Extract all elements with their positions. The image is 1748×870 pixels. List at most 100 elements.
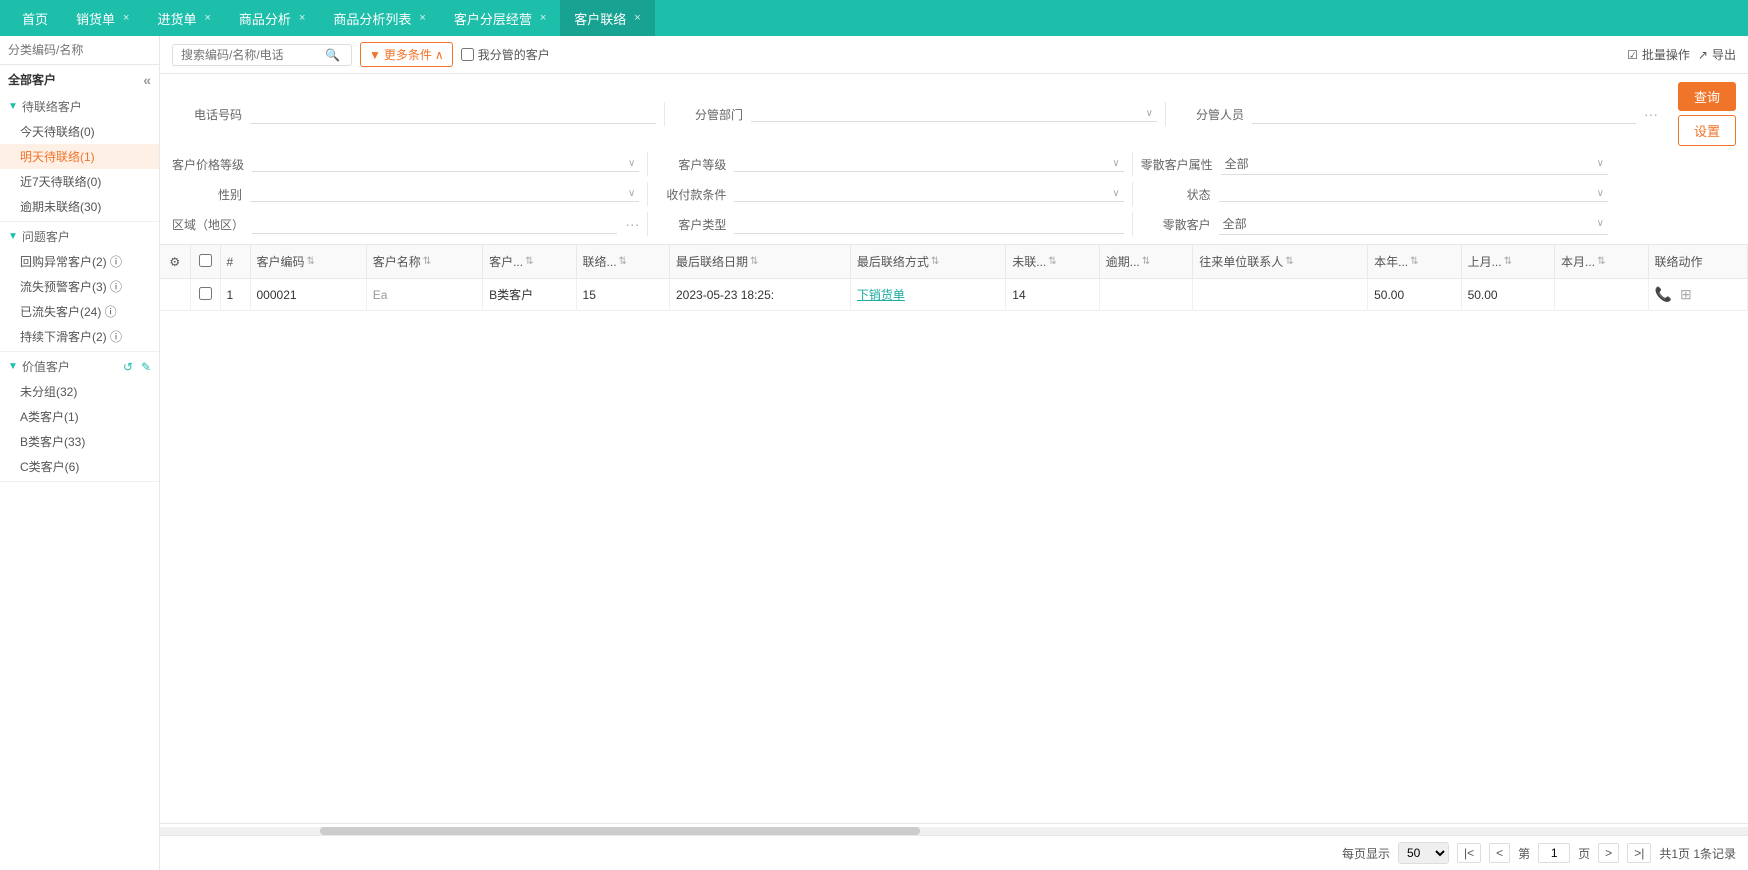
filter-more-conditions[interactable]: ▼ 更多条件 ∧ <box>360 42 453 67</box>
sidebar-search-bar[interactable]: 🔍 <box>0 36 159 65</box>
th-contact[interactable]: 联络... ⇅ <box>576 245 669 279</box>
th-checkbox[interactable] <box>190 245 220 279</box>
company-sort-icon[interactable]: ⇅ <box>1285 256 1293 267</box>
nocontact-sort-icon[interactable]: ⇅ <box>1048 256 1056 267</box>
lastmonth-sort-icon[interactable]: ⇅ <box>1504 256 1512 267</box>
nav-close-icon[interactable]: × <box>634 12 640 24</box>
filter-search-icon[interactable]: 🔍 <box>325 48 340 62</box>
nav-item-商品分析列表[interactable]: 商品分析列表× <box>319 0 439 36</box>
code-sort-icon[interactable]: ⇅ <box>307 256 315 267</box>
sidebar-item-7days[interactable]: 近7天待联络(0) <box>0 169 159 194</box>
manager-input[interactable] <box>1252 105 1636 124</box>
td-checkbox[interactable] <box>190 279 220 311</box>
sidebar-item-class-b[interactable]: B类客户(33) <box>0 429 159 454</box>
pending-section-title[interactable]: ▼ 待联络客户 <box>0 94 159 119</box>
th-type[interactable]: 客户... ⇅ <box>483 245 576 279</box>
year-sort-icon[interactable]: ⇅ <box>1410 256 1418 267</box>
name-sort-icon[interactable]: ⇅ <box>423 256 431 267</box>
settings-col-icon[interactable]: ⚙ <box>169 255 180 269</box>
nav-item-进货单[interactable]: 进货单× <box>143 0 224 36</box>
sidebar-item-declining[interactable]: 持续下滑客户(2) ⓘ <box>0 324 159 349</box>
retail-select[interactable]: 全部 ∨ <box>1219 213 1608 235</box>
settings-button[interactable]: 设置 <box>1678 115 1736 146</box>
th-last-contact-method[interactable]: 最后联络方式 ⇅ <box>850 245 1005 279</box>
dept-select[interactable]: ∨ <box>751 106 1157 122</box>
nav-item-客户联络[interactable]: 客户联络× <box>560 0 654 36</box>
nav-close-icon[interactable]: × <box>123 12 129 24</box>
edit-icon[interactable]: ✎ <box>141 360 151 374</box>
th-overdue[interactable]: 逾期... ⇅ <box>1099 245 1192 279</box>
customer-type-input[interactable] <box>734 215 1123 234</box>
nav-item-销货单[interactable]: 销货单× <box>62 0 143 36</box>
td-name[interactable]: Ea <box>366 279 482 311</box>
retail-attr-select[interactable]: 全部 ∨ <box>1221 153 1608 175</box>
th-last-month[interactable]: 上月... ⇅ <box>1461 245 1554 279</box>
th-this-year[interactable]: 本年... ⇅ <box>1368 245 1461 279</box>
phone-action-icon[interactable]: 📞 <box>1655 286 1672 303</box>
region-input[interactable] <box>252 215 617 234</box>
my-customers-filter[interactable]: 我分管的客户 <box>461 46 550 63</box>
th-last-contact-date[interactable]: 最后联络日期 ⇅ <box>670 245 851 279</box>
nav-item-商品分析[interactable]: 商品分析× <box>225 0 319 36</box>
th-code[interactable]: 客户编码 ⇅ <box>250 245 366 279</box>
all-customers-header[interactable]: 全部客户 « <box>0 65 159 94</box>
date-sort-icon[interactable]: ⇅ <box>750 256 758 267</box>
td-last-contact-method[interactable]: 下销货单 <box>850 279 1005 311</box>
value-section-title[interactable]: ▼ 价值客户 ↺ ✎ <box>0 354 159 379</box>
th-this-month[interactable]: 本月... ⇅ <box>1555 245 1648 279</box>
sidebar-item-unclassified[interactable]: 未分组(32) <box>0 379 159 404</box>
scrollbar-thumb[interactable] <box>320 827 920 835</box>
payment-select[interactable]: ∨ <box>734 186 1123 202</box>
sidebar-item-overdue[interactable]: 逾期未联络(30) <box>0 194 159 219</box>
nav-close-icon[interactable]: × <box>299 12 305 24</box>
manager-ellipsis[interactable]: ··· <box>1644 106 1658 122</box>
grid-action-icon[interactable]: ⊞ <box>1680 286 1692 303</box>
page-number-input[interactable] <box>1538 843 1570 863</box>
th-company-contact[interactable]: 往来单位联系人 ⇅ <box>1193 245 1368 279</box>
sidebar-item-abnormal[interactable]: 回购异常客户(2) ⓘ <box>0 249 159 274</box>
row-checkbox[interactable] <box>199 287 212 300</box>
sidebar-item-class-a[interactable]: A类客户(1) <box>0 404 159 429</box>
collapse-icon[interactable]: « <box>143 72 151 88</box>
sidebar-item-tomorrow[interactable]: 明天待联络(1) <box>0 144 159 169</box>
export-button[interactable]: ↗ 导出 <box>1698 46 1736 63</box>
sidebar-item-class-c[interactable]: C类客户(6) <box>0 454 159 479</box>
filter-search-input[interactable] <box>181 48 321 62</box>
filter-search-box[interactable]: 🔍 <box>172 44 352 66</box>
region-ellipsis[interactable]: ··· <box>625 216 639 232</box>
per-page-select[interactable]: 50 100 200 <box>1398 842 1449 864</box>
overdue-sort-icon[interactable]: ⇅ <box>1142 256 1150 267</box>
first-page-button[interactable]: |< <box>1457 843 1481 863</box>
type-sort-icon[interactable]: ⇅ <box>525 256 533 267</box>
method-sort-icon[interactable]: ⇅ <box>931 256 939 267</box>
select-all-checkbox[interactable] <box>199 254 212 267</box>
month-sort-icon[interactable]: ⇅ <box>1597 256 1605 267</box>
query-button[interactable]: 查询 <box>1678 82 1736 111</box>
th-no-contact[interactable]: 未联... ⇅ <box>1006 245 1099 279</box>
problem-section-title[interactable]: ▼ 问题客户 <box>0 224 159 249</box>
nav-close-icon[interactable]: × <box>204 12 210 24</box>
batch-ops-button[interactable]: ☑ 批量操作 <box>1627 46 1690 63</box>
sidebar-search-input[interactable] <box>8 43 160 57</box>
nav-close-icon[interactable]: × <box>540 12 546 24</box>
my-customers-checkbox[interactable] <box>461 48 474 61</box>
gender-select[interactable]: ∨ <box>250 186 639 202</box>
last-page-button[interactable]: >| <box>1627 843 1651 863</box>
th-name[interactable]: 客户名称 ⇅ <box>366 245 482 279</box>
sidebar-item-churn-warning[interactable]: 流失预警客户(3) ⓘ <box>0 274 159 299</box>
sidebar-item-today[interactable]: 今天待联络(0) <box>0 119 159 144</box>
nav-item-首页[interactable]: 首页 <box>8 0 62 36</box>
phone-input[interactable] <box>250 105 656 124</box>
contact-sort-icon[interactable]: ⇅ <box>619 256 627 267</box>
customer-level-select[interactable]: ∨ <box>734 156 1123 172</box>
next-page-button[interactable]: > <box>1598 843 1619 863</box>
prev-page-button[interactable]: < <box>1489 843 1510 863</box>
nav-item-客户分层经营[interactable]: 客户分层经营× <box>440 0 560 36</box>
th-settings[interactable]: ⚙ <box>160 245 190 279</box>
status-select[interactable]: ∨ <box>1219 186 1608 202</box>
nav-close-icon[interactable]: × <box>419 12 425 24</box>
horizontal-scrollbar[interactable] <box>160 823 1748 835</box>
refresh-icon[interactable]: ↺ <box>123 360 133 374</box>
sidebar-item-churned[interactable]: 已流失客户(24) ⓘ <box>0 299 159 324</box>
price-level-select[interactable]: ∨ <box>252 156 639 172</box>
